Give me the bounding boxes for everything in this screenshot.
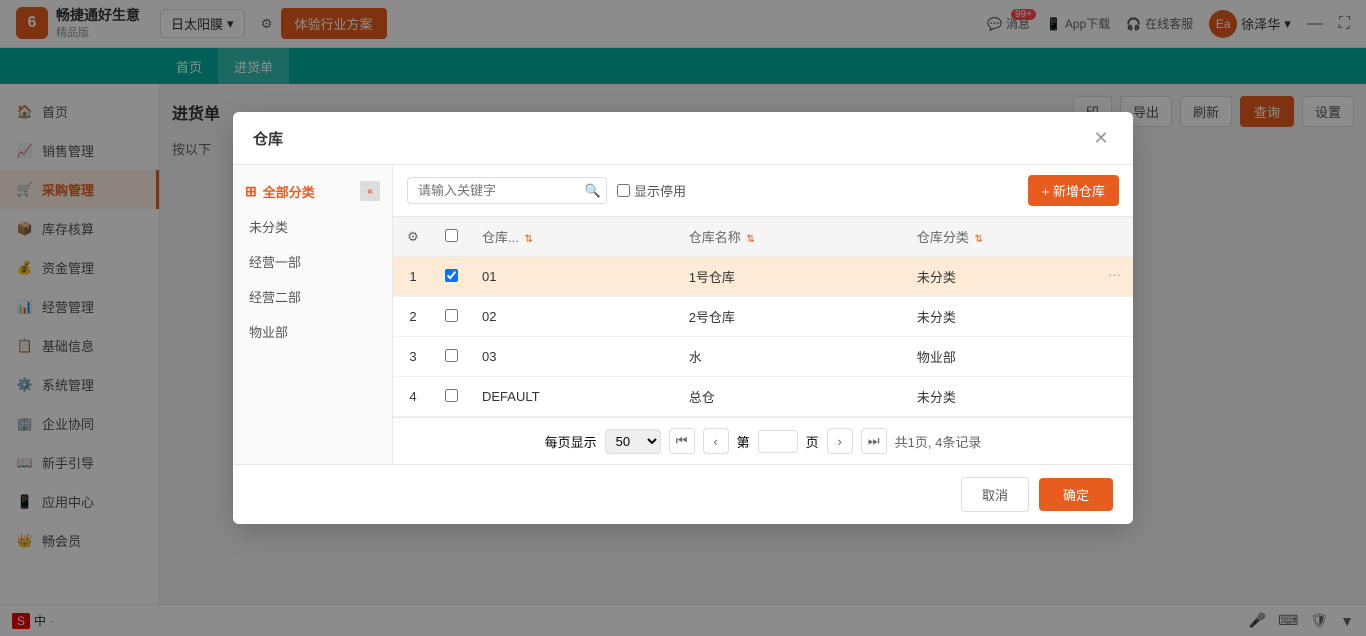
category-item-unclassified[interactable]: 未分类 [233,209,392,244]
pagination: 每页显示 50 100 ⏮ ‹ 第 1 页 › ⏭ 共1页, 4条记录 [393,417,1133,464]
prev-page-button[interactable]: ‹ [703,428,729,454]
add-warehouse-button[interactable]: + 新增仓库 [1028,175,1119,206]
modal-title: 仓库 [253,128,283,149]
cancel-button[interactable]: 取消 [961,477,1029,512]
row-category: 未分类 [905,377,1133,417]
col-check [433,217,470,257]
collapse-button[interactable]: « [360,181,380,201]
category-item-ops1[interactable]: 经营一部 [233,244,392,279]
row-category: 未分类 [905,297,1133,337]
col-gear: ⚙ [393,217,433,257]
row-checkbox[interactable] [433,377,470,417]
row-code: 01 [470,257,677,297]
row-checkbox[interactable] [433,257,470,297]
warehouse-modal: 仓库 ✕ ⊞ 全部分类 « 未分类 经营一部 经营二部 [233,112,1133,524]
row-code: DEFAULT [470,377,677,417]
row-code: 02 [470,297,677,337]
warehouse-table: ⚙ 仓库... ⇅ 仓库名称 [393,217,1133,417]
disabled-checkbox[interactable] [617,184,630,197]
modal-footer: 取消 确定 [233,464,1133,524]
row-code: 03 [470,337,677,377]
close-button[interactable]: ✕ [1089,126,1113,150]
modal-category-panel: ⊞ 全部分类 « 未分类 经营一部 经营二部 物业部 [233,165,393,464]
col-code-header[interactable]: 仓库... ⇅ [470,217,677,257]
row-name: 水 [677,337,905,377]
table-row[interactable]: 1 01 1号仓库 未分类··· [393,257,1133,297]
next-page-button[interactable]: › [827,428,853,454]
per-page-select[interactable]: 50 100 [605,429,661,454]
row-checkbox[interactable] [433,297,470,337]
row-num: 1 [393,257,433,297]
table-row[interactable]: 2 02 2号仓库 未分类 [393,297,1133,337]
row-num: 4 [393,377,433,417]
all-categories-header[interactable]: ⊞ 全部分类 « [233,173,392,209]
row-num: 3 [393,337,433,377]
sort-icon: ⇅ [746,234,754,245]
col-name-header[interactable]: 仓库名称 ⇅ [677,217,905,257]
confirm-button[interactable]: 确定 [1039,478,1113,511]
first-page-button[interactable]: ⏮ [669,428,695,454]
select-all-checkbox[interactable] [445,229,458,242]
modal-overlay: 仓库 ✕ ⊞ 全部分类 « 未分类 经营一部 经营二部 [0,0,1366,636]
page-number-input[interactable]: 1 [758,430,798,453]
modal-main: 🔍 显示停用 + 新增仓库 ⚙ [393,165,1133,464]
row-name: 2号仓库 [677,297,905,337]
grid-icon: ⊞ [245,183,257,200]
show-disabled-checkbox[interactable]: 显示停用 [617,181,686,200]
row-category: 物业部 [905,337,1133,377]
sort-icon: ⇅ [524,234,532,245]
col-category-header[interactable]: 仓库分类 ⇅ [905,217,1133,257]
table-row[interactable]: 3 03 水 物业部 [393,337,1133,377]
search-icon[interactable]: 🔍 [585,183,601,199]
row-name: 总仓 [677,377,905,417]
table-row[interactable]: 4 DEFAULT 总仓 未分类 [393,377,1133,417]
search-wrap: 🔍 [407,177,607,204]
row-name: 1号仓库 [677,257,905,297]
gear-icon[interactable]: ⚙ [407,229,419,244]
search-input[interactable] [407,177,607,204]
row-category: 未分类··· [905,257,1133,297]
category-item-property[interactable]: 物业部 [233,314,392,349]
last-page-button[interactable]: ⏭ [861,428,887,454]
row-action-icon[interactable]: ··· [1108,267,1121,282]
sort-icon: ⇅ [974,234,982,245]
row-checkbox[interactable] [433,337,470,377]
category-item-ops2[interactable]: 经营二部 [233,279,392,314]
modal-header: 仓库 ✕ [233,112,1133,165]
modal-toolbar: 🔍 显示停用 + 新增仓库 [393,165,1133,217]
modal-body: ⊞ 全部分类 « 未分类 经营一部 经营二部 物业部 [233,165,1133,464]
row-num: 2 [393,297,433,337]
